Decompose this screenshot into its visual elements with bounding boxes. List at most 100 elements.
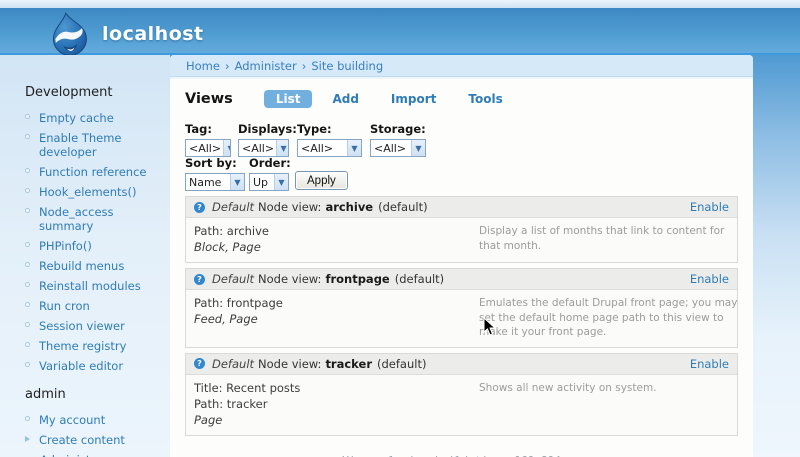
circle-bullet-icon xyxy=(25,242,30,247)
breadcrumb-home[interactable]: Home xyxy=(186,59,220,73)
filter-sort: Sort by: Name ▼ xyxy=(185,156,245,191)
view-type: Default xyxy=(212,272,255,286)
dropdown-arrow-icon: ▼ xyxy=(230,174,244,190)
apply-button[interactable]: Apply xyxy=(295,171,348,190)
view-details: Path: archive Block, Page xyxy=(194,223,479,255)
dropdown-arrow-icon: ▼ xyxy=(276,140,288,156)
view-path: Path: frontpage xyxy=(194,296,283,310)
view-path: Path: tracker xyxy=(194,396,268,411)
tabs: List Add Import Tools xyxy=(263,90,523,108)
view-name: frontpage xyxy=(325,272,390,286)
view-path: Path: archive xyxy=(194,224,270,238)
sidebar-section-title-development: Development xyxy=(25,85,113,100)
sidebar-list-admin: My account Create content Administer Con… xyxy=(25,413,170,457)
circle-bullet-icon xyxy=(25,342,30,347)
top-strip xyxy=(0,0,800,8)
sidebar-item-function-reference[interactable]: Function reference xyxy=(25,165,158,179)
view-row-header: ? Default Node view: archive (default) E… xyxy=(186,197,737,218)
sidebar-section-title-admin: admin xyxy=(25,387,66,402)
circle-bullet-icon xyxy=(25,168,30,173)
circle-bullet-icon xyxy=(25,114,30,119)
circle-bullet-icon xyxy=(25,134,30,139)
view-row-header: ? Default Node view: tracker (default) E… xyxy=(186,353,737,375)
help-info-icon[interactable]: ? xyxy=(194,273,205,285)
sidebar-item-my-account[interactable]: My account xyxy=(25,413,158,427)
breadcrumb-separator: › xyxy=(301,58,307,73)
sidebar-item-variable-editor[interactable]: Variable editor xyxy=(25,359,158,373)
page-title: Views xyxy=(185,91,233,107)
filter-displays: Displays: <All> ▼ xyxy=(238,122,297,157)
sidebar-item-session-viewer[interactable]: Session viewer xyxy=(25,319,158,333)
breadcrumb: Home › Administer › Site building xyxy=(170,55,753,77)
breadcrumb-administer[interactable]: Administer xyxy=(235,59,297,73)
sidebar-item-rebuild-menus[interactable]: Rebuild menus xyxy=(25,259,158,273)
sidebar-item-create-content[interactable]: Create content xyxy=(25,433,158,447)
tab-import[interactable]: Import xyxy=(379,90,448,108)
view-description: Emulates the default Drupal front page; … xyxy=(479,297,738,338)
sidebar-item-hook-elements[interactable]: Hook_elements() xyxy=(25,185,158,199)
sidebar-item-run-cron[interactable]: Run cron xyxy=(25,299,158,313)
filter-tag-label: Tag: xyxy=(185,122,212,136)
view-title: Title: Recent posts xyxy=(194,380,301,395)
order-select[interactable]: Up ▼ xyxy=(249,173,289,191)
view-displays: Feed, Page xyxy=(194,312,258,326)
view-name: tracker xyxy=(325,356,372,371)
filter-storage-label: Storage: xyxy=(370,122,426,136)
enable-link[interactable]: Enable xyxy=(690,200,729,214)
main-content: Views List Add Import Tools Tag: <All>▼ … xyxy=(170,77,753,457)
circle-bullet-icon xyxy=(25,302,30,307)
filter-tag: Tag: <All>▼ xyxy=(185,122,231,157)
tag-select[interactable]: <All>▼ xyxy=(185,139,231,157)
sidebar-item-phpinfo[interactable]: PHPinfo() xyxy=(25,239,158,253)
view-displays: Block, Page xyxy=(194,240,261,254)
sidebar-item-administer[interactable]: Administer xyxy=(25,453,158,457)
site-branding[interactable]: localhost xyxy=(48,12,348,56)
view-type: Default xyxy=(212,200,255,214)
type-select[interactable]: <All> ▼ xyxy=(297,139,362,157)
dropdown-arrow-icon: ▼ xyxy=(347,140,361,156)
sidebar: Development Empty cache Enable Theme dev… xyxy=(0,55,170,457)
dropdown-arrow-icon: ▼ xyxy=(223,140,230,156)
circle-bullet-icon xyxy=(25,188,30,193)
view-row-header: ? Default Node view: frontpage (default)… xyxy=(186,269,737,290)
dropdown-arrow-icon: ▼ xyxy=(411,140,425,156)
breadcrumb-site-building[interactable]: Site building xyxy=(311,59,383,73)
filter-type-label: Type: xyxy=(297,122,332,136)
displays-select[interactable]: <All> ▼ xyxy=(238,139,289,157)
order-label: Order: xyxy=(249,156,291,170)
filter-displays-label: Displays: xyxy=(238,122,297,136)
dropdown-arrow-icon: ▼ xyxy=(274,174,288,190)
circle-bullet-icon xyxy=(25,208,30,213)
tab-tools[interactable]: Tools xyxy=(456,90,514,108)
collapsed-arrow-icon xyxy=(25,436,30,442)
tab-list[interactable]: List xyxy=(263,90,313,108)
filter-storage: Storage: <All> ▼ xyxy=(370,122,426,157)
enable-link[interactable]: Enable xyxy=(690,272,729,286)
storage-select[interactable]: <All> ▼ xyxy=(370,139,426,157)
view-description: Shows all new activity on system. xyxy=(479,381,657,394)
circle-bullet-icon xyxy=(25,362,30,367)
help-info-icon[interactable]: ? xyxy=(194,201,205,213)
sidebar-item-empty-cache[interactable]: Empty cache xyxy=(25,111,158,125)
help-info-icon[interactable]: ? xyxy=(194,358,205,369)
sort-by-select[interactable]: Name ▼ xyxy=(185,173,245,191)
filter-type: Type: <All> ▼ xyxy=(297,122,362,157)
enable-link[interactable]: Enable xyxy=(690,357,729,371)
view-name: archive xyxy=(325,200,374,214)
view-suffix: (default) xyxy=(394,272,445,286)
site-name[interactable]: localhost xyxy=(102,23,204,45)
screen: localhost Development Empty cache Enable… xyxy=(0,0,800,457)
tab-add[interactable]: Add xyxy=(320,90,370,108)
view-row-archive: ? Default Node view: archive (default) E… xyxy=(185,196,738,263)
view-kind: Node view: xyxy=(258,272,322,286)
sidebar-list-development: Empty cache Enable Theme developer Funct… xyxy=(25,111,170,373)
filters: Tag: <All>▼ Displays: <All>▼ Type: <All>… xyxy=(185,122,738,191)
sidebar-item-reinstall-modules[interactable]: Reinstall modules xyxy=(25,279,158,293)
view-description: Display a list of months that link to co… xyxy=(479,225,725,252)
sidebar-item-theme-registry[interactable]: Theme registry xyxy=(25,339,158,353)
circle-bullet-icon xyxy=(25,262,30,267)
views-list: ? Default Node view: archive (default) E… xyxy=(185,196,738,436)
filter-order: Order: Up ▼ xyxy=(249,156,291,191)
sidebar-item-node-access-summary[interactable]: Node_access summary xyxy=(25,205,158,233)
sidebar-item-enable-theme-developer[interactable]: Enable Theme developer xyxy=(25,131,158,159)
